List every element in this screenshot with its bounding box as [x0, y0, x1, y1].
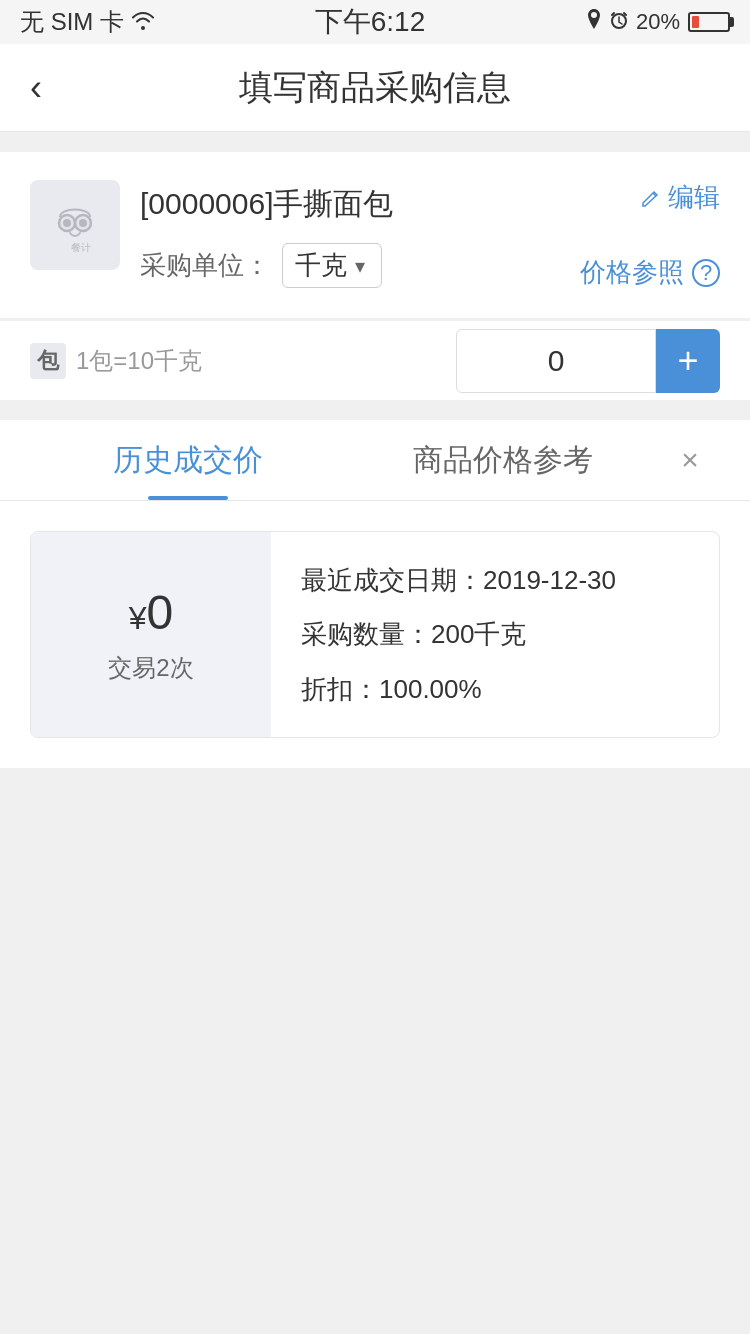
price-number: 0	[147, 586, 174, 639]
svg-point-4	[79, 219, 87, 227]
status-left: 无 SIM 卡	[20, 6, 154, 38]
alarm-icon	[610, 9, 628, 35]
unit-label: 采购单位：	[140, 248, 270, 283]
unit-dropdown-arrow: ▾	[355, 254, 365, 278]
tab-history-price[interactable]: 历史成交价	[30, 420, 345, 500]
quantity-input[interactable]	[456, 329, 656, 393]
tab-history-price-label: 历史成交价	[113, 440, 263, 481]
tab-content-history: ¥0 交易2次 最近成交日期：2019-12-30 采购数量：200千克 折扣：…	[0, 501, 750, 768]
battery-icon	[688, 12, 730, 32]
history-trade-count: 交易2次	[108, 652, 193, 684]
price-currency-symbol: ¥	[129, 600, 147, 636]
status-right: 20%	[586, 9, 730, 35]
nav-bar: ‹ 填写商品采购信息	[0, 44, 750, 132]
product-info: [0000006]手撕面包 采购单位： 千克 ▾	[140, 180, 393, 288]
product-card: 餐计 [0000006]手撕面包 采购单位： 千克 ▾	[0, 152, 750, 318]
unit-icon-label: 包	[37, 346, 59, 376]
unit-conversion-text: 1包=10千克	[76, 345, 202, 377]
tab-product-price-ref[interactable]: 商品价格参考	[345, 420, 660, 500]
back-button[interactable]: ‹	[30, 67, 90, 109]
recent-date-row: 最近成交日期：2019-12-30	[301, 562, 689, 598]
tab-header: 历史成交价 商品价格参考 ×	[0, 420, 750, 501]
recent-date-value: 2019-12-30	[483, 565, 616, 595]
unit-select[interactable]: 千克 ▾	[282, 243, 382, 288]
product-name: [0000006]手撕面包	[140, 184, 393, 225]
unit-icon-badge: 包	[30, 343, 66, 379]
history-card: ¥0 交易2次 最近成交日期：2019-12-30 采购数量：200千克 折扣：…	[30, 531, 720, 738]
tab-close-button[interactable]: ×	[660, 430, 720, 490]
unit-value: 千克	[295, 248, 347, 283]
purchase-qty-row: 采购数量：200千克	[301, 616, 689, 652]
quantity-plus-button[interactable]: +	[656, 329, 720, 393]
close-icon: ×	[681, 443, 699, 477]
price-ref-help-icon: ?	[692, 259, 720, 287]
page-title: 填写商品采购信息	[239, 65, 511, 111]
location-icon	[586, 9, 602, 35]
product-thumbnail: 餐计	[30, 180, 120, 270]
history-price-value: ¥0	[129, 585, 174, 640]
quantity-row: 包 1包=10千克 +	[0, 320, 750, 400]
purchase-qty-label: 采购数量：	[301, 619, 431, 649]
quantity-unit-info: 包 1包=10千克	[30, 343, 202, 379]
recent-date-label: 最近成交日期：	[301, 565, 483, 595]
price-ref-label: 价格参照	[580, 255, 684, 290]
history-price-summary: ¥0 交易2次	[31, 532, 271, 737]
discount-row: 折扣：100.00%	[301, 671, 689, 707]
product-left: 餐计 [0000006]手撕面包 采购单位： 千克 ▾	[30, 180, 393, 288]
discount-value: 100.00%	[379, 674, 482, 704]
edit-label: 编辑	[668, 180, 720, 215]
edit-button[interactable]: 编辑	[640, 180, 720, 215]
status-time: 下午6:12	[315, 3, 426, 41]
tab-product-price-ref-label: 商品价格参考	[413, 440, 593, 481]
battery-text: 20%	[636, 9, 680, 35]
svg-text:餐计: 餐计	[71, 242, 91, 253]
price-ref-button[interactable]: 价格参照 ?	[580, 255, 720, 290]
quantity-control: +	[456, 329, 720, 393]
tab-section: 历史成交价 商品价格参考 × ¥0 交易2次 最近成交日期：20	[0, 420, 750, 768]
plus-icon: +	[677, 340, 698, 382]
discount-label: 折扣：	[301, 674, 379, 704]
product-unit-row: 采购单位： 千克 ▾	[140, 243, 393, 288]
wifi-icon	[132, 8, 154, 36]
history-details: 最近成交日期：2019-12-30 采购数量：200千克 折扣：100.00%	[271, 532, 719, 737]
svg-point-3	[63, 219, 71, 227]
status-bar: 无 SIM 卡 下午6:12	[0, 0, 750, 44]
product-header: 餐计 [0000006]手撕面包 采购单位： 千克 ▾	[30, 180, 720, 290]
purchase-qty-value: 200千克	[431, 619, 526, 649]
carrier-text: 无 SIM 卡	[20, 6, 124, 38]
